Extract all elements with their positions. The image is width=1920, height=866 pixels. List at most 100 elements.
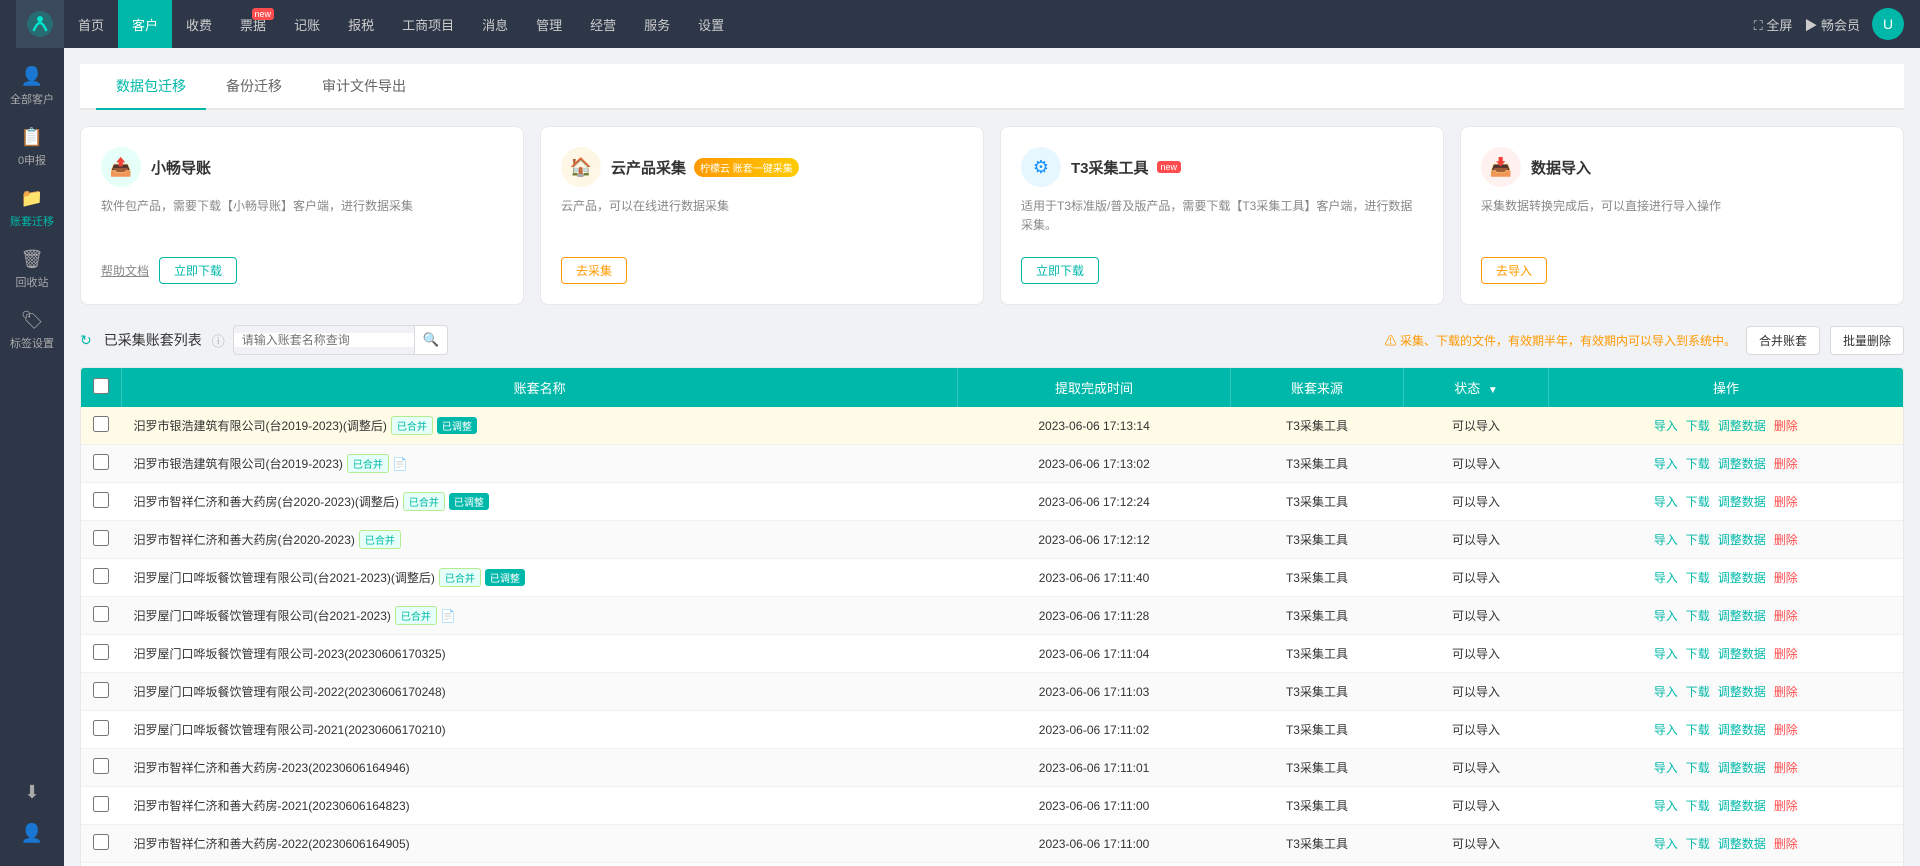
user-avatar[interactable]: U	[1872, 8, 1904, 40]
tab-data-migration[interactable]: 数据包迁移	[96, 64, 206, 110]
member-button[interactable]: ▶ 畅会员	[1804, 15, 1860, 34]
search-button[interactable]: 🔍	[414, 326, 448, 354]
action-下载[interactable]: 下载	[1686, 837, 1710, 851]
action-调整数据[interactable]: 调整数据	[1718, 685, 1766, 699]
row-checkbox[interactable]	[93, 606, 109, 622]
action-删除[interactable]: 删除	[1774, 571, 1798, 585]
action-导入[interactable]: 导入	[1654, 571, 1678, 585]
action-调整数据[interactable]: 调整数据	[1718, 457, 1766, 471]
row-checkbox[interactable]	[93, 568, 109, 584]
action-删除[interactable]: 删除	[1774, 457, 1798, 471]
action-导入[interactable]: 导入	[1654, 457, 1678, 471]
action-导入[interactable]: 导入	[1654, 761, 1678, 775]
action-删除[interactable]: 删除	[1774, 723, 1798, 737]
sidebar-item-all-customers[interactable]: 👤 全部客户	[0, 56, 64, 117]
col-checkbox[interactable]	[81, 368, 122, 407]
sidebar-item-recycle-bin[interactable]: 🗑 回收站	[0, 239, 64, 300]
fullscreen-button[interactable]: ⛶ 全屏	[1754, 15, 1793, 34]
download-now-button[interactable]: 立即下载	[159, 257, 237, 284]
action-导入[interactable]: 导入	[1654, 685, 1678, 699]
nav-tax[interactable]: 报税	[334, 0, 388, 48]
go-collect-button[interactable]: 去采集	[561, 257, 627, 284]
batch-delete-button[interactable]: 批量删除	[1830, 326, 1904, 355]
sidebar-item-zero-declaration[interactable]: 📋 0申报	[0, 117, 64, 178]
row-checkbox[interactable]	[93, 454, 109, 470]
action-导入[interactable]: 导入	[1654, 533, 1678, 547]
nav-invoice[interactable]: 票据 new	[226, 0, 280, 48]
sidebar-item-account-migration[interactable]: 📁 账套迁移	[0, 178, 64, 239]
action-调整数据[interactable]: 调整数据	[1718, 533, 1766, 547]
action-下载[interactable]: 下载	[1686, 457, 1710, 471]
sidebar-item-tag-settings[interactable]: 🏷 标签设置	[0, 300, 64, 361]
file-icon[interactable]: 📄	[393, 457, 408, 471]
action-下载[interactable]: 下载	[1686, 761, 1710, 775]
nav-manage[interactable]: 管理	[522, 0, 576, 48]
action-下载[interactable]: 下载	[1686, 647, 1710, 661]
col-status-header[interactable]: 状态 ▼	[1404, 368, 1549, 407]
app-logo[interactable]	[16, 0, 64, 48]
row-checkbox[interactable]	[93, 796, 109, 812]
row-checkbox[interactable]	[93, 720, 109, 736]
action-删除[interactable]: 删除	[1774, 609, 1798, 623]
action-删除[interactable]: 删除	[1774, 837, 1798, 851]
action-导入[interactable]: 导入	[1654, 837, 1678, 851]
action-导入[interactable]: 导入	[1654, 799, 1678, 813]
nav-message[interactable]: 消息	[468, 0, 522, 48]
action-调整数据[interactable]: 调整数据	[1718, 571, 1766, 585]
action-导入[interactable]: 导入	[1654, 723, 1678, 737]
action-导入[interactable]: 导入	[1654, 647, 1678, 661]
action-调整数据[interactable]: 调整数据	[1718, 647, 1766, 661]
search-input[interactable]	[234, 333, 414, 347]
row-checkbox[interactable]	[93, 416, 109, 432]
action-删除[interactable]: 删除	[1774, 533, 1798, 547]
help-doc-link[interactable]: 帮助文档	[101, 262, 149, 279]
nav-fee[interactable]: 收费	[172, 0, 226, 48]
action-导入[interactable]: 导入	[1654, 419, 1678, 433]
action-删除[interactable]: 删除	[1774, 647, 1798, 661]
nav-home[interactable]: 首页	[64, 0, 118, 48]
action-调整数据[interactable]: 调整数据	[1718, 761, 1766, 775]
row-checkbox[interactable]	[93, 682, 109, 698]
action-下载[interactable]: 下载	[1686, 419, 1710, 433]
row-checkbox[interactable]	[93, 530, 109, 546]
row-checkbox[interactable]	[93, 834, 109, 850]
action-下载[interactable]: 下载	[1686, 799, 1710, 813]
sidebar-profile[interactable]: 👤	[0, 813, 64, 854]
action-调整数据[interactable]: 调整数据	[1718, 609, 1766, 623]
merge-accounts-button[interactable]: 合并账套	[1746, 326, 1820, 355]
row-checkbox[interactable]	[93, 758, 109, 774]
t3-download-button[interactable]: 立即下载	[1021, 257, 1099, 284]
action-下载[interactable]: 下载	[1686, 571, 1710, 585]
action-调整数据[interactable]: 调整数据	[1718, 495, 1766, 509]
action-删除[interactable]: 删除	[1774, 495, 1798, 509]
action-删除[interactable]: 删除	[1774, 685, 1798, 699]
go-import-button[interactable]: 去导入	[1481, 257, 1547, 284]
nav-operation[interactable]: 经营	[576, 0, 630, 48]
nav-settings[interactable]: 设置	[684, 0, 738, 48]
nav-customer[interactable]: 客户	[118, 0, 172, 48]
action-下载[interactable]: 下载	[1686, 685, 1710, 699]
select-all-checkbox[interactable]	[93, 378, 109, 394]
action-删除[interactable]: 删除	[1774, 761, 1798, 775]
nav-bookkeeping[interactable]: 记账	[280, 0, 334, 48]
nav-business[interactable]: 工商项目	[388, 0, 468, 48]
tab-audit-export[interactable]: 审计文件导出	[302, 64, 426, 110]
action-调整数据[interactable]: 调整数据	[1718, 837, 1766, 851]
refresh-icon[interactable]: ↻	[80, 332, 92, 349]
sidebar-download[interactable]: ⬇	[0, 772, 64, 813]
row-checkbox[interactable]	[93, 492, 109, 508]
file-icon[interactable]: 📄	[441, 609, 456, 623]
action-调整数据[interactable]: 调整数据	[1718, 419, 1766, 433]
action-调整数据[interactable]: 调整数据	[1718, 799, 1766, 813]
action-删除[interactable]: 删除	[1774, 419, 1798, 433]
action-下载[interactable]: 下载	[1686, 609, 1710, 623]
action-删除[interactable]: 删除	[1774, 799, 1798, 813]
action-调整数据[interactable]: 调整数据	[1718, 723, 1766, 737]
nav-service[interactable]: 服务	[630, 0, 684, 48]
row-checkbox[interactable]	[93, 644, 109, 660]
help-icon[interactable]: ⓘ	[212, 331, 225, 350]
action-下载[interactable]: 下载	[1686, 723, 1710, 737]
action-导入[interactable]: 导入	[1654, 609, 1678, 623]
action-导入[interactable]: 导入	[1654, 495, 1678, 509]
action-下载[interactable]: 下载	[1686, 533, 1710, 547]
